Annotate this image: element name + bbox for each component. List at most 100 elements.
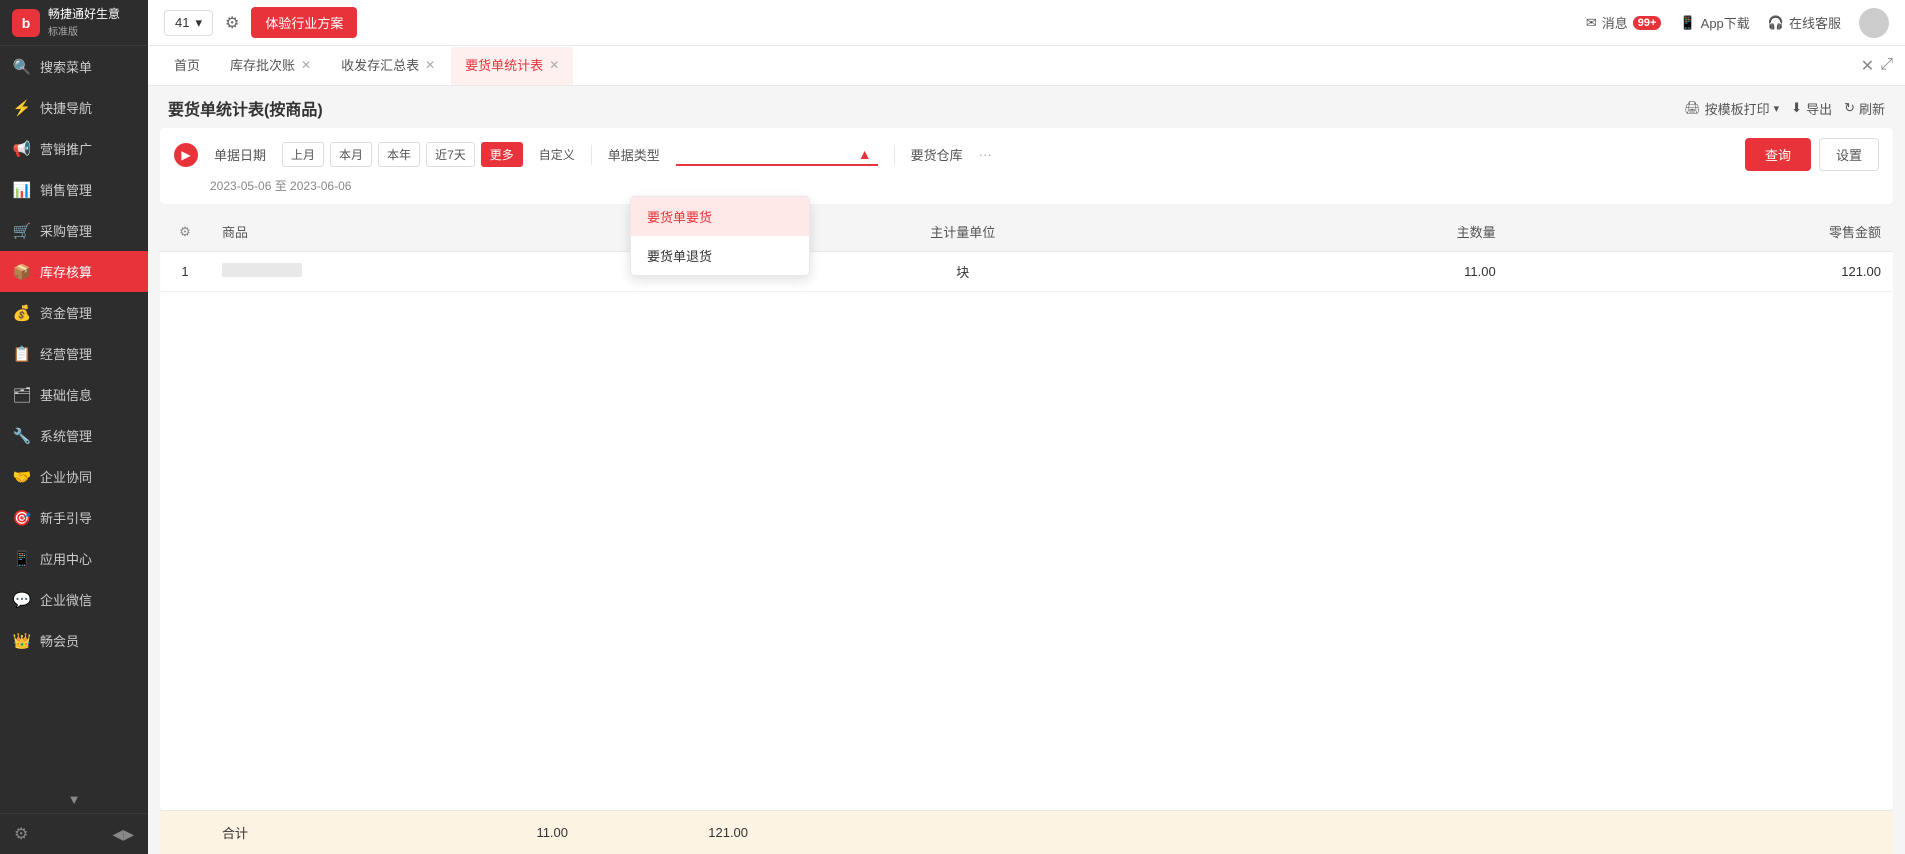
table-container: ⚙ 商品 主计量单位 主数量 零售金额 1 块 11.00 121.00	[160, 212, 1893, 810]
sidebar-item-quick-nav[interactable]: ⚡ 快捷导航	[0, 87, 148, 128]
col-retail-amount: 零售金额	[1508, 212, 1893, 252]
warehouse-filter-label: 要货仓库	[911, 145, 963, 164]
nav-label-app-center: 应用中心	[40, 549, 92, 568]
sidebar-item-sales[interactable]: 📊销售管理	[0, 169, 148, 210]
sidebar-item-app-center[interactable]: 📱应用中心	[0, 538, 148, 579]
sidebar-nav: 🔍搜索菜单 ⚡ 快捷导航 📢 营销推广 📊销售管理🛒采购管理📦库存核算💰资金管理📋经营管理…	[0, 46, 148, 785]
sidebar-item-basic-info[interactable]: 🗂基础信息	[0, 374, 148, 415]
column-settings-icon[interactable]: ⚙	[179, 224, 191, 239]
filter-area: ▶ 单据日期 上月本月本年近7天更多 自定义 单据类型 ▲ 要货仓库 ··· 查…	[160, 128, 1893, 204]
refresh-action[interactable]: ↻ 刷新	[1844, 99, 1885, 118]
page-header: 要货单统计表(按商品) 🖨 按模板打印 ▾ ⬇ 导出 ↻ 刷新	[148, 86, 1905, 128]
header-gear-icon[interactable]: ⚙	[225, 13, 239, 33]
nav-label-inventory: 库存核算	[40, 262, 92, 281]
nav-label-basic-info: 基础信息	[40, 385, 92, 404]
warehouse-more-icon[interactable]: ···	[979, 147, 992, 162]
tab-close-order-stats[interactable]: ✕	[549, 58, 559, 72]
settings-button[interactable]: 设置	[1819, 138, 1879, 171]
export-label: 导出	[1806, 99, 1832, 118]
query-button[interactable]: 查询	[1745, 138, 1811, 171]
sidebar-item-system[interactable]: 🔧系统管理	[0, 415, 148, 456]
sidebar-scroll-down[interactable]: ▼	[0, 785, 148, 813]
messages-label: 消息	[1602, 13, 1628, 32]
store-chevron-icon: ▾	[195, 15, 202, 31]
sidebar-item-operations[interactable]: 📋经营管理	[0, 333, 148, 374]
date-btn-近7天[interactable]: 近7天	[426, 142, 475, 167]
nav-icon-guide: 🎯	[12, 509, 32, 527]
messages-action[interactable]: ✉ 消息 99+	[1586, 13, 1662, 32]
tab-receivables[interactable]: 收发存汇总表✕	[327, 47, 449, 85]
user-avatar[interactable]	[1859, 8, 1889, 38]
online-service-label: 在线客服	[1789, 13, 1841, 32]
window-expand-icon[interactable]: ⤢	[1880, 56, 1893, 76]
date-btn-本月[interactable]: 本月	[330, 142, 372, 167]
print-action[interactable]: 🖨 按模板打印 ▾	[1684, 99, 1779, 118]
type-filter-label: 单据类型	[608, 145, 660, 164]
dropdown-item-purchase-order[interactable]: 要货单要货	[631, 197, 809, 236]
main-content: 41 ▾ ⚙ 体验行业方案 ✉ 消息 99+ 📱 App下载 🎧 在线客服 首页…	[148, 0, 1905, 854]
window-close-icon[interactable]: ✕	[1861, 56, 1874, 76]
date-buttons: 上月本月本年近7天更多	[282, 142, 523, 167]
tab-home[interactable]: 首页	[160, 47, 214, 85]
product-placeholder	[222, 263, 302, 277]
sidebar-item-purchase[interactable]: 🛒采购管理	[0, 210, 148, 251]
dropdown-item-purchase-return[interactable]: 要货单退货	[631, 236, 809, 275]
type-input-field[interactable]	[682, 146, 858, 161]
sidebar-item-inventory[interactable]: 📦库存核算	[0, 251, 148, 292]
footer-total-label: 合计	[222, 823, 248, 842]
sidebar-item-wecom[interactable]: 💬企业微信	[0, 579, 148, 620]
sidebar-item-finance[interactable]: 💰资金管理	[0, 292, 148, 333]
nav-label-marketing: 营销推广	[40, 139, 92, 158]
sidebar-item-guide[interactable]: 🎯新手引导	[0, 497, 148, 538]
trial-button[interactable]: 体验行业方案	[251, 7, 357, 38]
print-chevron-icon: ▾	[1774, 102, 1780, 115]
date-custom-button[interactable]: 自定义	[539, 146, 575, 163]
type-filter-input[interactable]: ▲	[676, 144, 878, 166]
tab-label-inventory-batch: 库存批次账	[230, 55, 295, 74]
refresh-icon: ↻	[1844, 100, 1855, 116]
app-download-action[interactable]: 📱 App下载	[1679, 13, 1749, 32]
date-btn-本年[interactable]: 本年	[378, 142, 420, 167]
footer-total-amount: 121.00	[648, 825, 748, 840]
nav-label-quick-nav: 快捷导航	[40, 98, 92, 117]
sidebar-collapse-icon[interactable]: ◀▶	[112, 826, 134, 843]
store-selector[interactable]: 41 ▾	[164, 10, 213, 36]
tab-inventory-batch[interactable]: 库存批次账 ✕	[216, 47, 325, 85]
nav-icon-quick-nav: ⚡	[12, 99, 32, 117]
nav-label-member: 畅会员	[40, 631, 79, 650]
nav-label-enterprise: 企业协同	[40, 467, 92, 486]
tab-label-order-stats: 要货单统计表	[465, 55, 543, 74]
sidebar-settings-icon[interactable]: ⚙	[14, 824, 28, 844]
cell-retail-amount: 121.00	[1508, 252, 1893, 292]
nav-icon-marketing: 📢	[12, 140, 32, 158]
refresh-label: 刷新	[1859, 99, 1885, 118]
date-range-text: 2023-05-06 至 2023-06-06	[210, 177, 1879, 194]
tab-bar: 首页库存批次账✕收发存汇总表✕要货单统计表✕✕⤢	[148, 46, 1905, 86]
tab-close-inventory-batch[interactable]: ✕	[301, 58, 311, 72]
filter-divider2	[894, 145, 895, 165]
online-service-action[interactable]: 🎧 在线客服	[1768, 13, 1841, 32]
page-title: 要货单统计表(按商品)	[168, 96, 323, 120]
nav-label-sales: 销售管理	[40, 180, 92, 199]
data-table: ⚙ 商品 主计量单位 主数量 零售金额 1 块 11.00 121.00	[160, 212, 1893, 292]
logo-sub: 标准版	[48, 23, 120, 38]
sidebar-item-member[interactable]: 👑畅会员	[0, 620, 148, 661]
sidebar-item-marketing[interactable]: 📢 营销推广	[0, 128, 148, 169]
filter-expand-button[interactable]: ▶	[174, 143, 198, 167]
service-icon: 🎧	[1768, 15, 1784, 31]
nav-icon-search: 🔍	[12, 58, 32, 76]
footer-total-quantity: 11.00	[448, 825, 568, 840]
filter-action-buttons: 查询 设置	[1745, 138, 1879, 171]
logo-text: 畅捷通好生意	[48, 7, 120, 23]
sidebar-item-enterprise[interactable]: 🤝 企业协同	[0, 456, 148, 497]
tab-order-stats[interactable]: 要货单统计表 ✕	[451, 47, 573, 85]
type-chevron-icon[interactable]: ▲	[858, 146, 872, 162]
table-row: 1 块 11.00 121.00	[160, 252, 1893, 292]
sidebar-item-search[interactable]: 🔍搜索菜单	[0, 46, 148, 87]
date-btn-more[interactable]: 更多	[481, 142, 523, 167]
tab-close-receivables[interactable]: ✕	[425, 58, 435, 72]
page-actions: 🖨 按模板打印 ▾ ⬇ 导出 ↻ 刷新	[1684, 99, 1885, 118]
date-btn-上月[interactable]: 上月	[282, 142, 324, 167]
export-action[interactable]: ⬇ 导出	[1791, 99, 1832, 118]
nav-icon-enterprise: 🤝	[12, 468, 32, 486]
